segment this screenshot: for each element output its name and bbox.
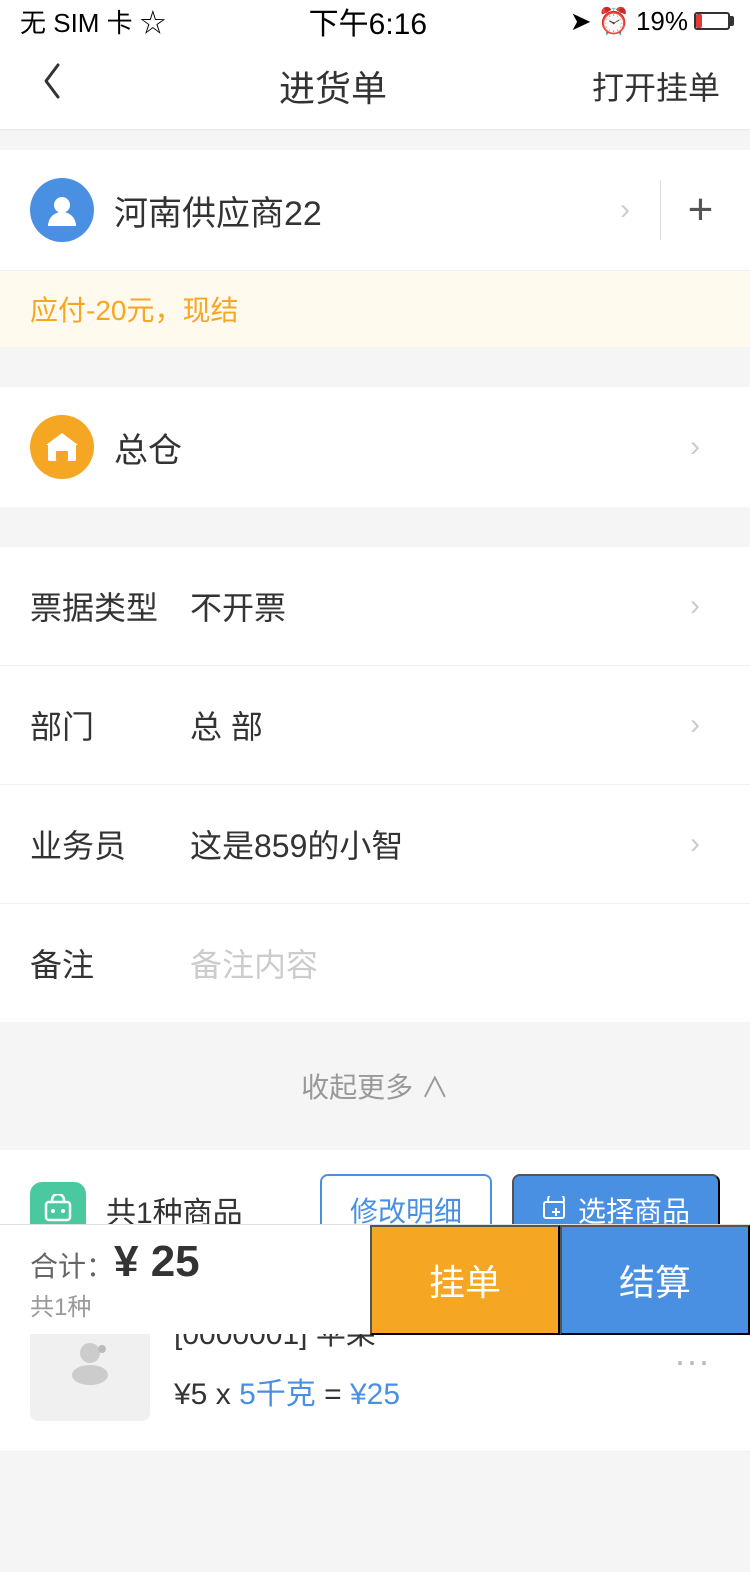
total-count: 共1种: [30, 1287, 340, 1322]
department-value: 总 部: [170, 702, 690, 748]
battery-level: 19%: [636, 6, 688, 37]
nav-bar: 进货单 打开挂单: [0, 42, 750, 130]
alarm-icon: ⏰: [598, 6, 630, 37]
supplier-chevron-icon: ›: [620, 193, 630, 227]
total-label: 合计：: [30, 1245, 114, 1285]
department-row[interactable]: 部门 总 部 ›: [0, 666, 750, 785]
warehouse-chevron-icon: ›: [690, 430, 700, 464]
cart-icon: [542, 1196, 570, 1224]
status-bar: 无 SIM 卡 ☆ 下午6:16 ➤ ⏰ 19%: [0, 0, 750, 42]
supplier-name: 河南供应商22: [114, 186, 620, 235]
total-section: 合计： ¥ 25 共1种: [0, 1237, 370, 1322]
collapse-bar[interactable]: 收起更多 ∧: [0, 1042, 750, 1130]
invoice-type-chevron-icon: ›: [690, 589, 700, 623]
location-icon: ➤: [570, 6, 592, 37]
open-pending-button[interactable]: 打开挂单: [592, 63, 720, 109]
warehouse-icon: [30, 415, 94, 479]
back-button[interactable]: [30, 51, 74, 121]
supplier-avatar: [30, 178, 94, 242]
add-supplier-button[interactable]: +: [660, 180, 720, 240]
invoice-type-value: 不开票: [170, 583, 690, 629]
sim-status: 无 SIM 卡 ☆: [20, 3, 166, 40]
total-amount: ¥ 25: [114, 1237, 200, 1287]
bottom-bar: 合计： ¥ 25 共1种 挂单 结算: [0, 1224, 750, 1334]
salesman-chevron-icon: ›: [690, 827, 700, 861]
remark-input[interactable]: 备注内容: [170, 940, 720, 986]
warehouse-section: 总仓 ›: [0, 387, 750, 507]
warehouse-name: 总仓: [114, 423, 690, 472]
supplier-notice: 应付-20元，现结: [0, 271, 750, 347]
product-equals: =: [324, 1378, 350, 1411]
status-left: 无 SIM 卡 ☆: [20, 3, 166, 40]
checkout-button[interactable]: 结算: [560, 1225, 750, 1335]
status-time: 下午6:16: [309, 0, 427, 43]
invoice-type-label: 票据类型: [30, 583, 170, 629]
product-quantity: 5千克: [239, 1378, 316, 1411]
supplier-section: 河南供应商22 › + 应付-20元，现结: [0, 150, 750, 347]
department-label: 部门: [30, 702, 170, 748]
salesman-value: 这是859的小智: [170, 821, 690, 867]
remark-label: 备注: [30, 940, 170, 986]
invoice-type-row[interactable]: 票据类型 不开票 ›: [0, 547, 750, 666]
product-price: ¥5 x 5千克 = ¥25: [174, 1369, 664, 1413]
product-total: ¥25: [350, 1378, 400, 1411]
status-right: ➤ ⏰ 19%: [570, 6, 730, 37]
product-placeholder-icon: [58, 1329, 122, 1393]
product-unit-price: ¥5: [174, 1378, 207, 1411]
salesman-label: 业务员: [30, 821, 170, 867]
main-content: 河南供应商22 › + 应付-20元，现结 总仓 › 票据类型 不开票 › 部门…: [0, 130, 750, 1572]
department-chevron-icon: ›: [690, 708, 700, 742]
page-title: 进货单: [279, 60, 387, 112]
form-section: 票据类型 不开票 › 部门 总 部 › 业务员 这是859的小智 › 备注 备注…: [0, 547, 750, 1022]
product-multiply: x: [216, 1378, 239, 1411]
salesman-row[interactable]: 业务员 这是859的小智 ›: [0, 785, 750, 904]
warehouse-row[interactable]: 总仓 ›: [0, 387, 750, 507]
pending-button[interactable]: 挂单: [370, 1225, 560, 1335]
remark-row[interactable]: 备注 备注内容: [0, 904, 750, 1022]
product-more-button[interactable]: ···: [664, 1330, 720, 1392]
supplier-row[interactable]: 河南供应商22 › +: [0, 150, 750, 271]
battery-icon: [694, 12, 730, 30]
